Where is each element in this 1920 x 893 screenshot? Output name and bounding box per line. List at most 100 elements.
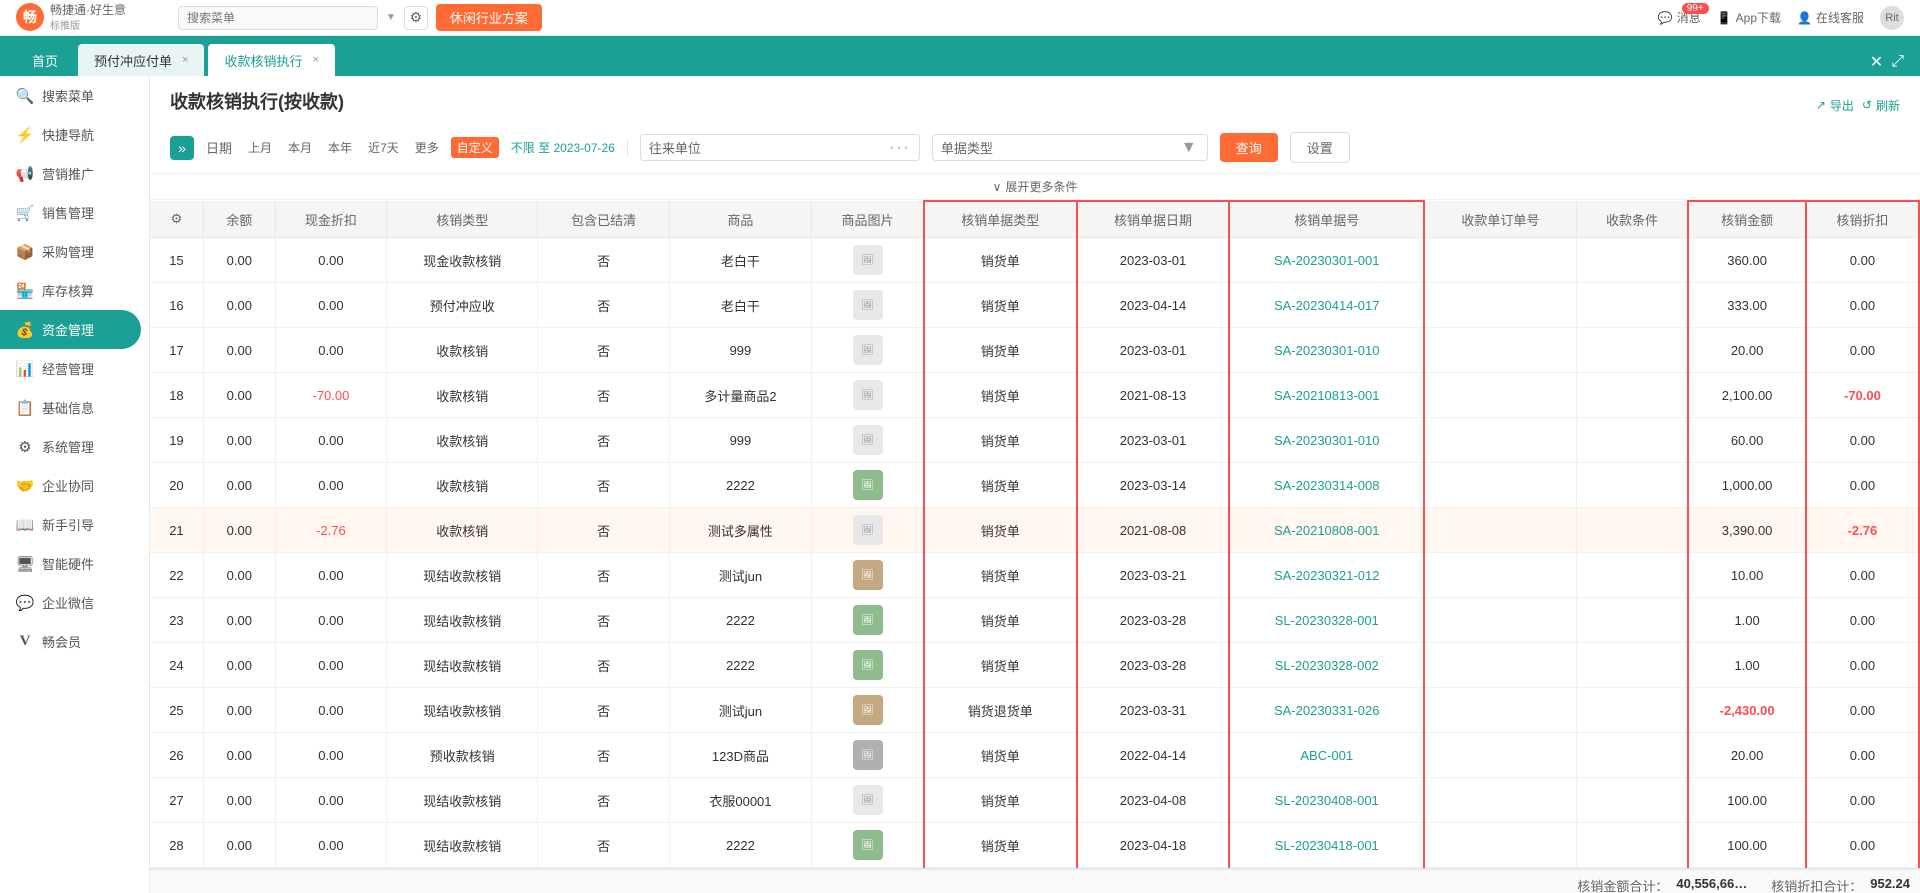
- cell-id: 20: [150, 463, 203, 508]
- sidebar-item-inventory[interactable]: 🏪 库存核算: [0, 271, 149, 310]
- sidebar-item-system[interactable]: ⚙ 系统管理: [0, 427, 149, 466]
- bill-no-link[interactable]: SA-20230321-012: [1274, 568, 1380, 583]
- sidebar-item-guide[interactable]: 📖 新手引导: [0, 505, 149, 544]
- cell-verify-type: 预付冲应收: [387, 283, 538, 328]
- table-container[interactable]: ⚙ 余额 现金折扣 核销类型 包含已结清 商品 商品图片 核销单据类型 核销单据…: [150, 200, 1920, 893]
- tab-verify-close[interactable]: ×: [312, 54, 318, 66]
- query-button[interactable]: 查询: [1220, 133, 1278, 162]
- cell-included: 否: [538, 688, 669, 733]
- industry-solution-button[interactable]: 休闲行业方案: [436, 4, 542, 31]
- bill-no-link[interactable]: SA-20230301-001: [1274, 253, 1380, 268]
- receipt-type-filter: 单据类型 ▼: [932, 134, 1208, 161]
- cell-vbt: 销货单: [924, 328, 1077, 373]
- bill-no-link[interactable]: SA-20230301-010: [1274, 433, 1380, 448]
- table-row: 25 0.00 0.00 现结收款核销 否 测试jun 🖼 销货退货单 2023…: [150, 688, 1919, 733]
- sidebar-item-quicknav[interactable]: ⚡ 快捷导航: [0, 115, 149, 154]
- sidebar-item-member[interactable]: V 畅会员: [0, 622, 149, 661]
- table-row: 19 0.00 0.00 收款核销 否 999 🖼 销货单 2023-03-01…: [150, 418, 1919, 463]
- tab-verify[interactable]: 收款核销执行 ×: [208, 44, 334, 76]
- window-maximize-button[interactable]: ⤢: [1891, 53, 1904, 71]
- cell-goods-img: 🖼: [812, 283, 924, 328]
- user-avatar[interactable]: Rit: [1880, 6, 1904, 30]
- top-bar: 畅 畅捷通·好生意 标推版 ▼ ⚙ 休闲行业方案 💬 消息 99+ 📱 App下…: [0, 0, 1920, 36]
- goods-image: 🖼: [853, 515, 883, 545]
- sidebar-item-operations[interactable]: 📊 经营管理: [0, 349, 149, 388]
- sidebar-item-wechat[interactable]: 💬 企业微信: [0, 583, 149, 622]
- cell-verify-type: 现结收款核销: [387, 598, 538, 643]
- cell-vbn: SA-20230301-010: [1229, 328, 1424, 373]
- expand-filter-button[interactable]: »: [170, 136, 194, 160]
- cell-goods-img: 🖼: [812, 688, 924, 733]
- cell-vbn: SA-20230414-017: [1229, 283, 1424, 328]
- receipt-type-input[interactable]: [999, 140, 1175, 155]
- cell-id: 18: [150, 373, 203, 418]
- online-service-link[interactable]: 👤 在线客服: [1797, 9, 1864, 26]
- top-bar-center: ▼ ⚙ 休闲行业方案: [178, 4, 1646, 31]
- col-header-goods: 商品: [669, 201, 811, 238]
- export-label: 导出: [1830, 97, 1854, 114]
- expand-more-label: 展开更多条件: [1005, 178, 1077, 195]
- bill-no-link[interactable]: SL-20230328-002: [1275, 658, 1379, 673]
- sidebar-item-basic-info[interactable]: 📋 基础信息: [0, 388, 149, 427]
- app-logo: 畅 畅捷通·好生意 标推版: [16, 3, 166, 32]
- bill-no-link[interactable]: SA-20210808-001: [1274, 523, 1380, 538]
- bill-no-link[interactable]: SL-20230328-001: [1275, 613, 1379, 628]
- cell-balance: 0.00: [203, 463, 275, 508]
- sidebar-item-sales[interactable]: 🛒 销售管理: [0, 193, 149, 232]
- date-this-month-btn[interactable]: 本月: [284, 137, 316, 158]
- cell-vbt: 销货单: [924, 733, 1077, 778]
- col-header-verify-type: 核销类型: [387, 201, 538, 238]
- cell-balance: 0.00: [203, 418, 275, 463]
- sidebar-item-purchase[interactable]: 📦 采购管理: [0, 232, 149, 271]
- search-input[interactable]: [178, 6, 378, 30]
- cell-goods-img: 🖼: [812, 643, 924, 688]
- bill-no-link[interactable]: SA-20210813-001: [1274, 388, 1380, 403]
- sidebar-label-wechat: 企业微信: [42, 593, 94, 612]
- goods-image: 🖼: [853, 335, 883, 365]
- footer-discount-label: 核销折扣合计：: [1771, 876, 1862, 893]
- cell-goods-img: 🖼: [812, 418, 924, 463]
- date-custom-btn[interactable]: 自定义: [451, 137, 499, 158]
- settings-gear-button[interactable]: ⚙: [404, 6, 428, 30]
- counterpart-input[interactable]: [707, 140, 883, 155]
- notification-badge: 99+: [1682, 3, 1709, 14]
- date-last-month-btn[interactable]: 上月: [244, 137, 276, 158]
- search-icon: 🔍: [16, 87, 34, 105]
- refresh-button[interactable]: ↺ 刷新: [1862, 97, 1900, 114]
- sidebar: 🔍 搜索菜单 ⚡ 快捷导航 📢 营销推广 🛒 销售管理 📦 采购管理 🏪 库存核…: [0, 76, 150, 893]
- bill-no-link[interactable]: ABC-001: [1300, 748, 1353, 763]
- sidebar-item-hardware[interactable]: 🖥 智能硬件: [0, 544, 149, 583]
- sidebar-item-search[interactable]: 🔍 搜索菜单: [0, 76, 149, 115]
- expand-more-button[interactable]: ∨ 展开更多条件: [993, 178, 1078, 195]
- tab-prepay[interactable]: 预付冲应付单 ×: [78, 44, 204, 76]
- tab-home[interactable]: 首页: [16, 44, 74, 76]
- sidebar-item-collab[interactable]: 🤝 企业协同: [0, 466, 149, 505]
- cell-balance: 0.00: [203, 643, 275, 688]
- sidebar-item-marketing[interactable]: 📢 营销推广: [0, 154, 149, 193]
- column-settings-button[interactable]: 设置: [1290, 132, 1350, 163]
- app-download-link[interactable]: 📱 App下载: [1717, 9, 1781, 26]
- counterpart-filter: 往来单位 ···: [640, 134, 920, 161]
- bill-no-link[interactable]: SA-20230414-017: [1274, 298, 1380, 313]
- date-more-btn[interactable]: 更多: [411, 137, 443, 158]
- bill-no-link[interactable]: SA-20230314-008: [1274, 478, 1380, 493]
- cell-vbd: 2021-08-13: [1077, 373, 1230, 418]
- bill-no-link[interactable]: SA-20230301-010: [1274, 343, 1380, 358]
- cell-cash-discount: 0.00: [275, 463, 387, 508]
- data-table: ⚙ 余额 现金折扣 核销类型 包含已结清 商品 商品图片 核销单据类型 核销单据…: [150, 200, 1920, 868]
- sidebar-item-funds[interactable]: 💰 资金管理: [0, 310, 141, 349]
- date-this-year-btn[interactable]: 本年: [324, 137, 356, 158]
- tab-prepay-close[interactable]: ×: [182, 54, 188, 66]
- cell-vbd: 2023-03-01: [1077, 418, 1230, 463]
- window-close-button[interactable]: ✕: [1870, 52, 1883, 72]
- bill-no-link[interactable]: SL-20230418-001: [1275, 838, 1379, 853]
- cell-vd: 0.00: [1806, 283, 1919, 328]
- bill-no-link[interactable]: SA-20230331-026: [1274, 703, 1380, 718]
- logo-badge: 标推版: [50, 17, 126, 32]
- cell-vd: 0.00: [1806, 733, 1919, 778]
- export-button[interactable]: ↗ 导出: [1816, 97, 1854, 114]
- cell-vbd: 2023-04-18: [1077, 823, 1230, 868]
- bill-no-link[interactable]: SL-20230408-001: [1275, 793, 1379, 808]
- date-7days-btn[interactable]: 近7天: [364, 137, 403, 158]
- message-notification[interactable]: 💬 消息 99+: [1658, 9, 1701, 26]
